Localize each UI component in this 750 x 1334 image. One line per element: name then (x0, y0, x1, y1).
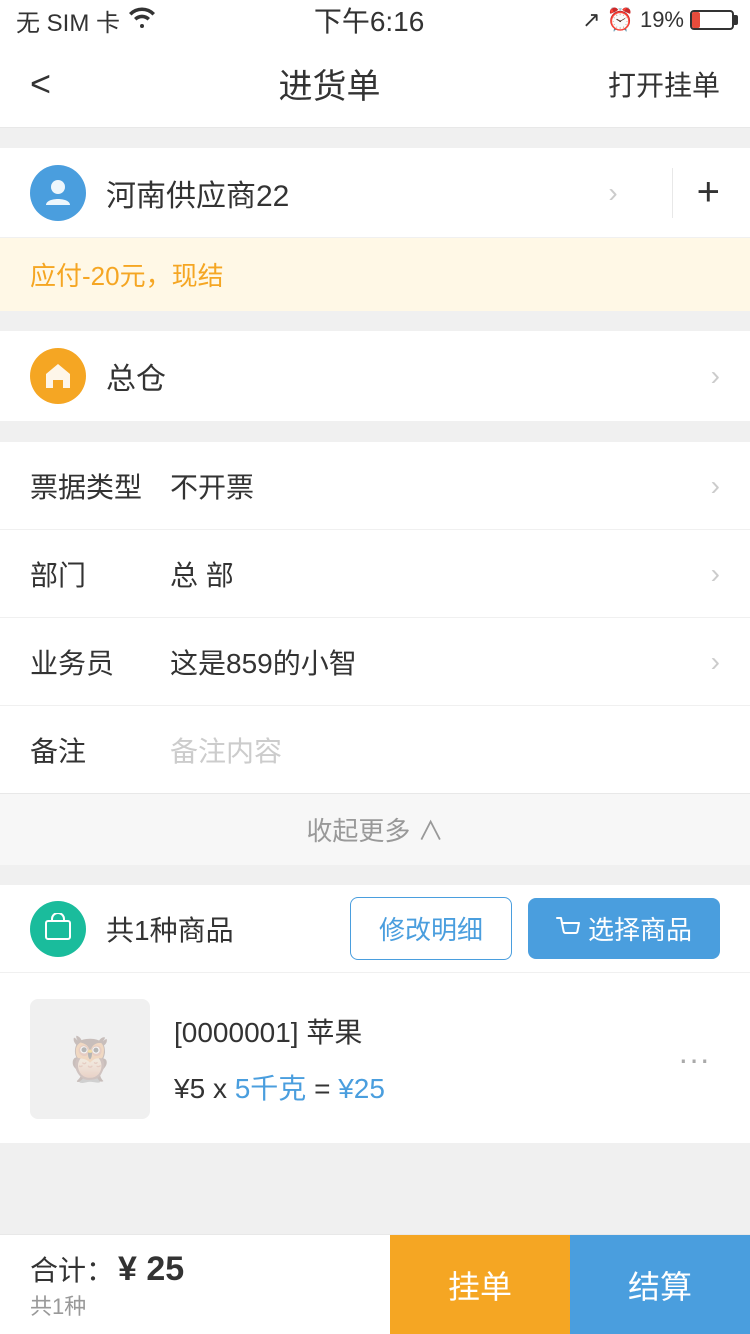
note-input[interactable]: 备注内容 (170, 730, 720, 770)
total-count: 共1种 (30, 1289, 360, 1321)
supplier-row[interactable]: 河南供应商22 › + (0, 148, 750, 238)
warehouse-name: 总仓 (106, 354, 711, 398)
battery-icon (690, 10, 734, 30)
section-gap-4 (0, 865, 750, 885)
quantity: 5千克 (235, 1073, 307, 1104)
bottom-bar: 合计： ¥ 25 共1种 挂单 结算 (0, 1234, 750, 1334)
open-hang-button[interactable]: 打开挂单 (608, 64, 720, 104)
invoice-chevron-icon: › (711, 470, 720, 502)
warehouse-row[interactable]: 总仓 › (0, 331, 750, 421)
dept-label: 部门 (30, 554, 170, 594)
owl-placeholder-icon: 🦉 (63, 1033, 118, 1085)
subtotal: ¥25 (338, 1073, 385, 1104)
sales-chevron-icon: › (711, 646, 720, 678)
hang-label: 挂单 (448, 1262, 512, 1308)
status-bar: 无 SIM 卡 下午6:16 ↗ ⏰ 19% (0, 0, 750, 40)
product-title: 苹果 (306, 1017, 362, 1048)
total-amount: ¥ 25 (118, 1250, 184, 1289)
dept-row[interactable]: 部门 总 部 › (0, 529, 750, 617)
products-section: 共1种商品 修改明细 选择商品 🦉 [0000001] 苹果 ¥5 x 5千克 … (0, 885, 750, 1144)
page-title: 进货单 (279, 59, 381, 108)
product-more-button[interactable]: ··· (668, 1031, 720, 1088)
invoice-label: 票据类型 (30, 466, 170, 506)
warehouse-section: 总仓 › (0, 331, 750, 421)
warehouse-chevron-icon: › (711, 360, 720, 392)
multiply-sign: x (213, 1073, 235, 1104)
wifi-icon (128, 6, 156, 35)
dept-value: 总 部 (170, 554, 711, 594)
products-header: 共1种商品 修改明细 选择商品 (0, 885, 750, 973)
alarm-icon: ⏰ (607, 7, 634, 33)
carrier-text: 无 SIM 卡 (16, 3, 120, 38)
note-row[interactable]: 备注 备注内容 (0, 705, 750, 793)
battery-percent: 19% (640, 7, 684, 33)
location-icon: ↗ (582, 7, 600, 33)
section-gap-1 (0, 128, 750, 148)
edit-detail-button[interactable]: 修改明细 (350, 897, 512, 960)
product-info: [0000001] 苹果 ¥5 x 5千克 = ¥25 (174, 1011, 668, 1107)
add-button[interactable]: + (697, 170, 720, 215)
status-right: ↗ ⏰ 19% (582, 7, 734, 33)
product-count-text: 共1种商品 (106, 909, 350, 949)
supplier-divider (672, 168, 673, 218)
sales-value: 这是859的小智 (170, 642, 711, 682)
products-icon (30, 901, 86, 957)
nav-bar: < 进货单 打开挂单 (0, 40, 750, 128)
product-item: 🦉 [0000001] 苹果 ¥5 x 5千克 = ¥25 ··· (0, 975, 750, 1144)
sales-row[interactable]: 业务员 这是859的小智 › (0, 617, 750, 705)
product-name: [0000001] 苹果 (174, 1011, 668, 1051)
product-code: [0000001] (174, 1017, 299, 1048)
status-time: 下午6:16 (314, 0, 425, 40)
total-label: 合计： (30, 1249, 114, 1289)
equals-sign: = (314, 1073, 338, 1104)
notice-bar: 应付-20元，现结 (0, 238, 750, 311)
form-section: 票据类型 不开票 › 部门 总 部 › 业务员 这是859的小智 › 备注 备注… (0, 441, 750, 793)
invoice-row[interactable]: 票据类型 不开票 › (0, 441, 750, 529)
collapse-label: 收起更多 ∧ (306, 811, 443, 848)
invoice-value: 不开票 (170, 466, 711, 506)
supplier-avatar (30, 165, 86, 221)
collapse-bar[interactable]: 收起更多 ∧ (0, 793, 750, 865)
sales-label: 业务员 (30, 642, 170, 682)
status-left: 无 SIM 卡 (16, 3, 156, 38)
hang-button[interactable]: 挂单 (390, 1235, 570, 1334)
notice-text: 应付-20元，现结 (30, 261, 224, 291)
section-gap-2 (0, 311, 750, 331)
warehouse-icon (30, 348, 86, 404)
supplier-section: 河南供应商22 › + 应付-20元，现结 (0, 148, 750, 311)
unit-price: ¥5 (174, 1073, 205, 1104)
supplier-name: 河南供应商22 (106, 171, 608, 215)
checkout-button[interactable]: 结算 (570, 1235, 750, 1334)
total-section: 合计： ¥ 25 共1种 (0, 1235, 390, 1334)
back-button[interactable]: < (30, 63, 51, 105)
checkout-label: 结算 (628, 1262, 692, 1308)
product-price: ¥5 x 5千克 = ¥25 (174, 1067, 668, 1107)
select-btn-label: 选择商品 (588, 910, 692, 947)
cart-icon (556, 917, 580, 941)
dept-chevron-icon: › (711, 558, 720, 590)
section-gap-3 (0, 421, 750, 441)
supplier-chevron-icon: › (608, 177, 617, 209)
select-product-button[interactable]: 选择商品 (528, 898, 720, 959)
note-label: 备注 (30, 730, 170, 770)
product-thumbnail: 🦉 (30, 999, 150, 1119)
